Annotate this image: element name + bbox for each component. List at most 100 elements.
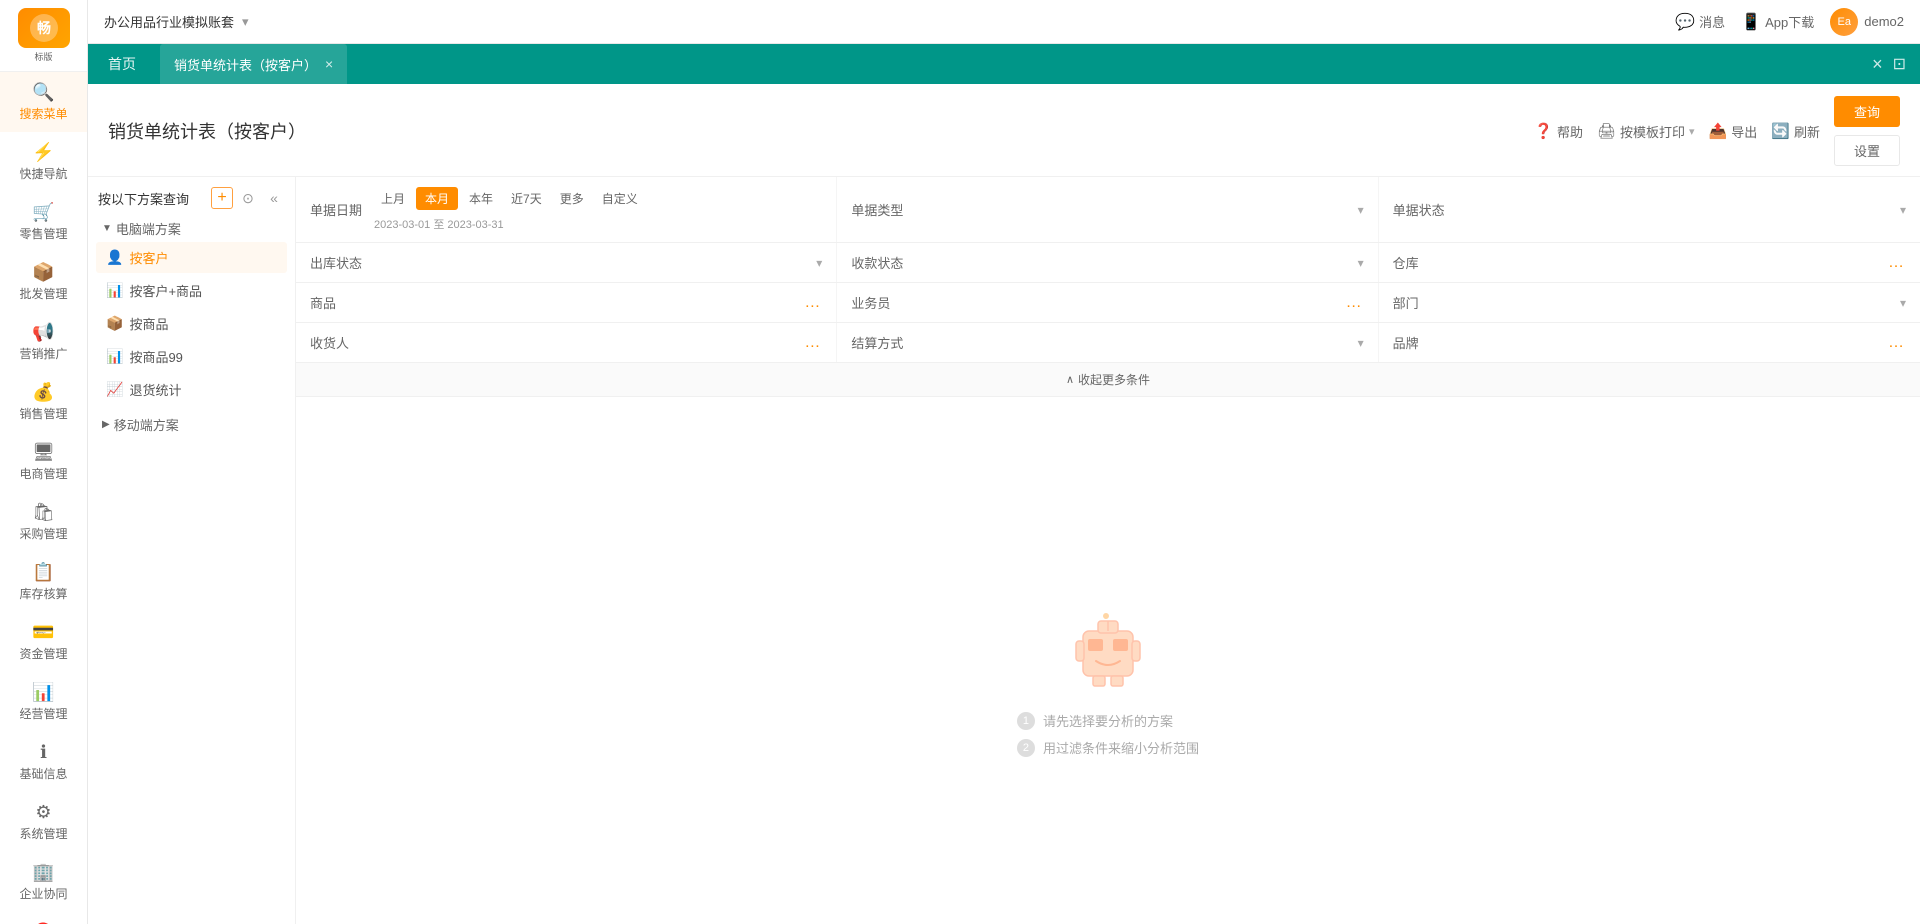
filter-department-cell: 部门 ▾ — [1379, 283, 1920, 322]
tree-item-by-customer[interactable]: 👤 按客户 — [96, 242, 287, 273]
product-icon: 📦 — [106, 315, 123, 332]
print-button[interactable]: 🖨 按模板打印 ▾ — [1597, 122, 1695, 141]
salesperson-dots[interactable]: … — [1346, 294, 1364, 312]
edit-scheme-button[interactable]: ⊙ — [237, 187, 259, 209]
sidebar-item-purchase[interactable]: 🛍 采购管理 — [0, 492, 87, 552]
workspace-title: 办公用品行业模拟账套 — [104, 12, 234, 31]
wholesale-icon: 📦 — [32, 262, 54, 283]
window-close-icon[interactable]: × — [1872, 54, 1883, 75]
department-label: 部门 — [1393, 293, 1449, 312]
date-btn-this-year[interactable]: 本年 — [462, 187, 500, 210]
query-button[interactable]: 查询 — [1834, 96, 1900, 127]
export-button[interactable]: 📤 导出 — [1709, 122, 1758, 141]
out-status-label: 出库状态 — [310, 253, 366, 272]
ecommerce-icon: 🖥 — [4, 442, 83, 463]
sidebar-item-sales[interactable]: 💰 销售管理 — [0, 372, 87, 432]
app-download-button[interactable]: 📱 App下载 — [1741, 12, 1814, 32]
collapse-filter-bar[interactable]: ∧ 收起更多条件 — [296, 363, 1920, 397]
recipient-control: … — [374, 334, 822, 352]
left-panel-icons: + ⊙ « — [211, 187, 285, 209]
sidebar-item-quick-nav[interactable]: ⚡ 快捷导航 — [0, 132, 87, 192]
order-status-dropdown-icon[interactable]: ▾ — [1900, 203, 1906, 217]
goods-control: … — [374, 294, 822, 312]
out-status-dropdown-icon[interactable]: ▾ — [816, 256, 822, 270]
filter-order-type-cell: 单据类型 ▾ — [837, 177, 1378, 242]
sidebar-item-wholesale[interactable]: 📦 批发管理 — [0, 252, 87, 312]
message-button[interactable]: 💬 消息 — [1675, 12, 1725, 32]
receipt-status-dropdown-icon[interactable]: ▾ — [1358, 256, 1364, 270]
empty-state: 1 请先选择要分析的方案 2 用过滤条件来缩小分析范围 — [296, 397, 1920, 924]
filter-section: 单据日期 上月 本月 本年 近7天 更多 自定义 2023-03-01 至 20… — [296, 177, 1920, 397]
help-button[interactable]: ❓ 帮助 — [1534, 122, 1583, 141]
basic-info-icon: ℹ — [4, 742, 83, 763]
date-btn-7days[interactable]: 近7天 — [504, 187, 549, 210]
operations-icon: 📊 — [4, 682, 83, 703]
filter-goods-cell: 商品 … — [296, 283, 837, 322]
sidebar-item-enterprise[interactable]: 🏢 企业协同 — [0, 852, 87, 912]
filter-row-2: 出库状态 ▾ 收款状态 ▾ 仓库 — [296, 243, 1920, 283]
filter-results-area: 单据日期 上月 本月 本年 近7天 更多 自定义 2023-03-01 至 20… — [296, 177, 1920, 924]
desktop-section: ▼ 电脑端方案 👤 按客户 📊 按客户+商品 📦 — [88, 215, 295, 405]
order-type-dropdown-icon[interactable]: ▾ — [1358, 203, 1364, 217]
help-icon: ❓ — [1534, 122, 1553, 140]
print-dropdown-icon[interactable]: ▾ — [1689, 125, 1695, 138]
date-btn-last-month[interactable]: 上月 — [374, 187, 412, 210]
finance-icon: 💳 — [4, 622, 83, 643]
tree-item-by-product[interactable]: 📦 按商品 — [96, 308, 287, 339]
retail-icon: 🛒 — [4, 202, 83, 223]
filter-salesperson-cell: 业务员 … — [837, 283, 1378, 322]
sidebar-item-operations[interactable]: 📊 经营管理 — [0, 672, 87, 732]
system-icon: ⚙ — [4, 802, 83, 823]
tab-active-page[interactable]: 销货单统计表（按客户） × — [160, 44, 347, 84]
tab-home[interactable]: 首页 — [88, 44, 156, 84]
refresh-button[interactable]: 🔄 刷新 — [1771, 122, 1820, 141]
goods-label: 商品 — [310, 293, 366, 312]
salesperson-control: … — [915, 294, 1363, 312]
desktop-section-toggle[interactable]: ▼ 电脑端方案 — [96, 215, 287, 242]
add-scheme-button[interactable]: + — [211, 187, 233, 209]
filter-order-status-cell: 单据状态 ▾ — [1379, 177, 1920, 242]
sidebar-item-retail[interactable]: 🛒 零售管理 — [0, 192, 87, 252]
workspace-dropdown[interactable]: ▾ — [242, 14, 249, 30]
date-btn-custom[interactable]: 自定义 — [595, 187, 645, 210]
tree-item-return-stats[interactable]: 📈 退货统计 — [96, 374, 287, 405]
date-range-display: 2023-03-01 至 2023-03-31 — [374, 216, 778, 232]
app-logo: 畅 标版 — [0, 0, 87, 72]
department-dropdown-icon[interactable]: ▾ — [1900, 296, 1906, 310]
sidebar-item-finance[interactable]: 💳 资金管理 — [0, 612, 87, 672]
tree-item-by-product-99[interactable]: 📊 按商品99 — [96, 341, 287, 372]
filter-warehouse-cell: 仓库 … — [1379, 243, 1920, 282]
logo-image: 畅 — [18, 8, 70, 48]
sidebar-item-inventory[interactable]: 📋 库存核算 — [0, 552, 87, 612]
export-icon: 📤 — [1709, 122, 1728, 140]
recipient-dots[interactable]: … — [804, 334, 822, 352]
sidebar-item-basic-info[interactable]: ℹ 基础信息 — [0, 732, 87, 792]
date-btn-this-month[interactable]: 本月 — [416, 187, 458, 210]
sidebar-item-ecommerce[interactable]: 🖥 电商管理 — [0, 432, 87, 492]
salesperson-label: 业务员 — [851, 293, 907, 312]
collapse-panel-button[interactable]: « — [263, 187, 285, 209]
page-title: 销货单统计表（按客户） — [108, 118, 306, 144]
warehouse-dots[interactable]: … — [1888, 254, 1906, 272]
sidebar-item-guide[interactable]: 🎯 新手引导 — [0, 912, 87, 924]
brand-dots[interactable]: … — [1888, 334, 1906, 352]
header-left: 办公用品行业模拟账套 ▾ — [104, 12, 249, 31]
print-icon: 🖨 — [1597, 122, 1616, 140]
top-header: 办公用品行业模拟账套 ▾ 💬 消息 📱 App下载 Ea demo2 — [88, 0, 1920, 44]
sidebar-item-marketing[interactable]: 📢 营销推广 — [0, 312, 87, 372]
settlement-dropdown-icon[interactable]: ▾ — [1358, 336, 1364, 350]
tree-item-by-customer-product[interactable]: 📊 按客户+商品 — [96, 275, 287, 306]
sidebar-item-system[interactable]: ⚙ 系统管理 — [0, 792, 87, 852]
date-label: 单据日期 — [310, 200, 366, 219]
settings-button[interactable]: 设置 — [1834, 135, 1900, 166]
sidebar: 畅 标版 🔍 搜索菜单 ⚡ 快捷导航 🛒 零售管理 📦 批发管理 📢 营销推广 … — [0, 0, 88, 924]
window-maximize-icon[interactable]: ⊡ — [1893, 54, 1906, 74]
tab-close-icon[interactable]: × — [325, 56, 333, 72]
left-panel-title: 按以下方案查询 — [98, 189, 189, 208]
sidebar-item-search[interactable]: 🔍 搜索菜单 — [0, 72, 87, 132]
user-profile[interactable]: Ea demo2 — [1830, 8, 1904, 36]
enterprise-icon: 🏢 — [4, 862, 83, 883]
date-btn-more[interactable]: 更多 — [553, 187, 591, 210]
mobile-section-toggle[interactable]: ▶ 移动端方案 — [96, 411, 287, 438]
goods-dots[interactable]: … — [804, 294, 822, 312]
